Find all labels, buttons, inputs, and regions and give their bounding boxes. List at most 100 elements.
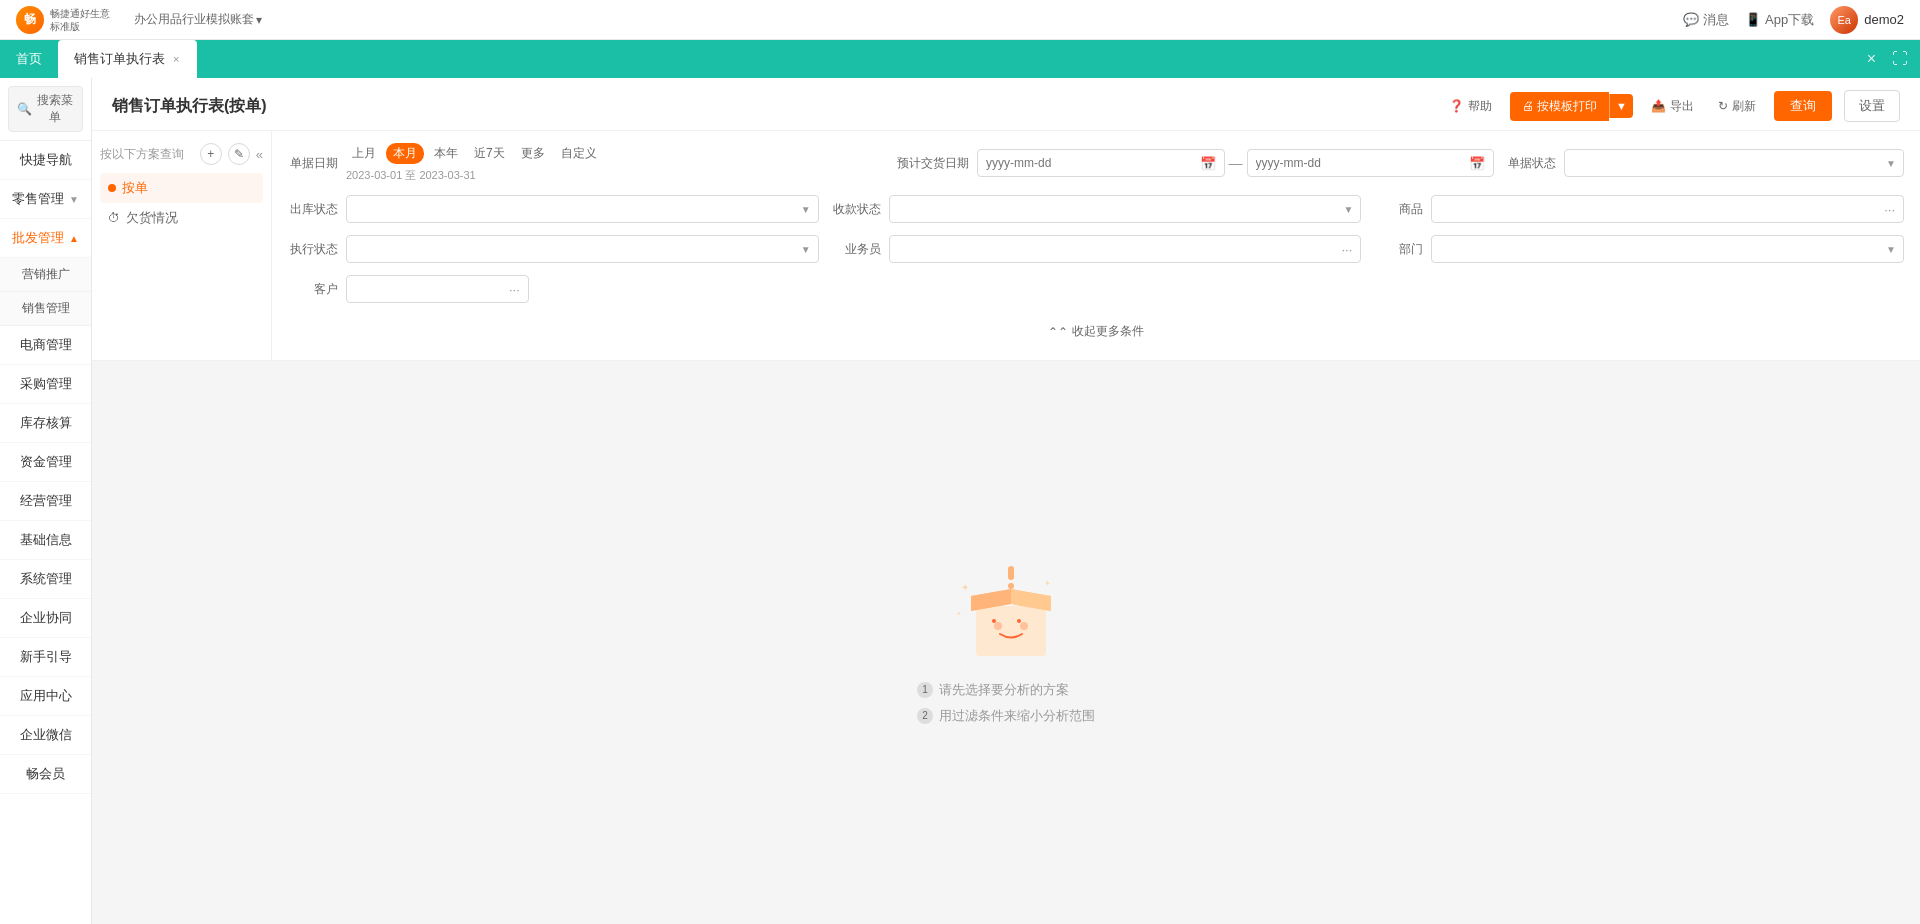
export-btn[interactable]: 📤 导出: [1645, 94, 1700, 119]
expected-date-from-input[interactable]: [986, 156, 1196, 170]
print-btn[interactable]: 🖨 按模板打印: [1510, 92, 1609, 121]
page-actions: ❓ 帮助 🖨 按模板打印 ▼ 📤 导出 ↻ 刷新: [1443, 90, 1900, 122]
collapse-up-icon: ⌃⌃: [1048, 325, 1068, 339]
message-action[interactable]: 💬 消息: [1683, 11, 1729, 29]
filter-field-goods: 商品 ···: [1373, 195, 1904, 223]
sidebar-item-inventory[interactable]: 库存核算: [0, 404, 91, 443]
filter-field-customer: 客户 ···: [288, 275, 529, 303]
nav-tabs: 首页 销售订单执行表 × × ⛶: [0, 40, 1920, 78]
query-sidebar-title: 按以下方案查询 + ✎ «: [100, 143, 263, 165]
filter-row-2: 出库状态 收款状态: [288, 195, 1904, 223]
sidebar-subitem-marketing[interactable]: 营销推广: [0, 258, 91, 292]
filter-field-date: 单据日期 上月 本月 本年 近7天 更多 自定义 2023-03-01 至 20…: [288, 143, 885, 183]
breadcrumb: 办公用品行业模拟账套 ▾: [134, 11, 262, 28]
customer-input-wrapper[interactable]: ···: [346, 275, 529, 303]
chevron-down-icon: ▼: [69, 194, 79, 205]
expected-date-to[interactable]: 📅: [1247, 149, 1495, 177]
calendar-to-icon: 📅: [1469, 156, 1485, 171]
sidebar-item-quick-nav[interactable]: 快捷导航: [0, 141, 91, 180]
svg-text:✦: ✦: [961, 582, 969, 593]
sidebar-subitem-sales[interactable]: 销售管理: [0, 292, 91, 326]
sidebar-item-enterprise-collab[interactable]: 企业协同: [0, 599, 91, 638]
search-menu-btn[interactable]: 🔍 搜索菜单: [8, 86, 83, 132]
sidebar: 🔍 搜索菜单 快捷导航 零售管理 ▼ 批发管理 ▲ 营销推广 销售管理 电商管理…: [0, 78, 92, 924]
main-layout: 🔍 搜索菜单 快捷导航 零售管理 ▼ 批发管理 ▲ 营销推广 销售管理 电商管理…: [0, 78, 1920, 924]
sidebar-item-purchase[interactable]: 采购管理: [0, 365, 91, 404]
sidebar-item-member[interactable]: 畅会员: [0, 755, 91, 794]
filter-field-doc-status: 单据状态: [1506, 149, 1904, 177]
expected-date-to-input[interactable]: [1256, 156, 1466, 170]
filter-field-exec-status: 执行状态: [288, 235, 819, 263]
sidebar-item-app-center[interactable]: 应用中心: [0, 677, 91, 716]
scheme-item-by-order[interactable]: 按单: [100, 173, 263, 203]
expected-date-range: 📅 — 📅: [977, 149, 1494, 177]
goods-input[interactable]: [1440, 202, 1880, 216]
settings-btn[interactable]: 设置: [1844, 90, 1900, 122]
date-tab-last-month[interactable]: 上月: [346, 143, 382, 164]
nav-tabs-actions: × ⛶: [1863, 46, 1920, 72]
app-download-action[interactable]: 📱 App下载: [1745, 11, 1814, 29]
sidebar-item-new-user[interactable]: 新手引导: [0, 638, 91, 677]
payment-status-select-wrapper: [889, 195, 1362, 223]
salesperson-input[interactable]: [898, 242, 1338, 256]
add-scheme-btn[interactable]: +: [200, 143, 222, 165]
close-window-btn[interactable]: ×: [1863, 46, 1880, 72]
user-name[interactable]: demo2: [1864, 12, 1904, 27]
date-tab-this-year[interactable]: 本年: [428, 143, 464, 164]
date-tab-more[interactable]: 更多: [515, 143, 551, 164]
tab-sales-order-label: 销售订单执行表: [74, 50, 165, 68]
svg-rect-8: [1008, 566, 1014, 580]
sidebar-item-wholesale[interactable]: 批发管理 ▲: [0, 219, 91, 258]
collapse-scheme-btn[interactable]: «: [256, 143, 263, 165]
expected-date-from[interactable]: 📅: [977, 149, 1225, 177]
date-tab-7days[interactable]: 近7天: [468, 143, 511, 164]
tab-home-label: 首页: [16, 50, 42, 68]
help-btn[interactable]: ❓ 帮助: [1443, 94, 1498, 119]
out-status-select[interactable]: [346, 195, 819, 223]
goods-more-icon[interactable]: ···: [1884, 202, 1895, 217]
salesperson-input-wrapper[interactable]: ···: [889, 235, 1362, 263]
breadcrumb-dropdown[interactable]: 办公用品行业模拟账套 ▾: [134, 11, 262, 28]
date-tab-this-month[interactable]: 本月: [386, 143, 424, 164]
edit-scheme-btn[interactable]: ✎: [228, 143, 250, 165]
sidebar-item-basic-info[interactable]: 基础信息: [0, 521, 91, 560]
print-dropdown-btn[interactable]: ▼: [1609, 94, 1633, 118]
top-header: 畅 畅捷通好生意 标准版 办公用品行业模拟账套 ▾ 💬 消息 📱 App下载 E…: [0, 0, 1920, 40]
tab-home[interactable]: 首页: [0, 40, 58, 78]
tab-close-btn[interactable]: ×: [171, 52, 181, 66]
goods-input-wrapper[interactable]: ···: [1431, 195, 1904, 223]
sidebar-item-finance[interactable]: 资金管理: [0, 443, 91, 482]
scheme-item-shortage[interactable]: ⏱ 欠货情况: [100, 203, 263, 233]
collapse-more-btn[interactable]: ⌃⌃ 收起更多条件: [288, 315, 1904, 348]
print-template-btn: 🖨 按模板打印 ▼: [1510, 92, 1633, 121]
sidebar-item-system[interactable]: 系统管理: [0, 560, 91, 599]
salesperson-more-icon[interactable]: ···: [1342, 242, 1353, 257]
doc-status-label: 单据状态: [1506, 155, 1556, 172]
sidebar-search: 🔍 搜索菜单: [0, 78, 91, 141]
payment-status-select[interactable]: [889, 195, 1362, 223]
date-tab-custom[interactable]: 自定义: [555, 143, 603, 164]
exec-status-select[interactable]: [346, 235, 819, 263]
filter-field-out-status: 出库状态: [288, 195, 819, 223]
doc-status-select[interactable]: [1564, 149, 1904, 177]
sidebar-item-operations[interactable]: 经营管理: [0, 482, 91, 521]
payment-status-label: 收款状态: [831, 201, 881, 218]
date-label: 单据日期: [288, 155, 338, 172]
customer-more-icon[interactable]: ···: [509, 282, 520, 297]
department-select-wrapper: [1431, 235, 1904, 263]
svg-point-9: [1008, 583, 1014, 589]
sidebar-item-enterprise-wechat[interactable]: 企业微信: [0, 716, 91, 755]
customer-label: 客户: [288, 281, 338, 298]
maximize-window-btn[interactable]: ⛶: [1888, 46, 1912, 72]
refresh-btn[interactable]: ↻ 刷新: [1712, 94, 1762, 119]
department-select[interactable]: [1431, 235, 1904, 263]
tab-sales-order[interactable]: 销售订单执行表 ×: [58, 40, 197, 78]
customer-input[interactable]: [355, 282, 505, 296]
sidebar-item-retail[interactable]: 零售管理 ▼: [0, 180, 91, 219]
sidebar-item-ecommerce[interactable]: 电商管理: [0, 326, 91, 365]
user-area[interactable]: Ea demo2: [1830, 6, 1904, 34]
query-sidebar-actions: + ✎ «: [200, 143, 263, 165]
query-btn[interactable]: 查询: [1774, 91, 1832, 121]
svg-text:✦: ✦: [956, 610, 962, 617]
filter-field-department: 部门: [1373, 235, 1904, 263]
